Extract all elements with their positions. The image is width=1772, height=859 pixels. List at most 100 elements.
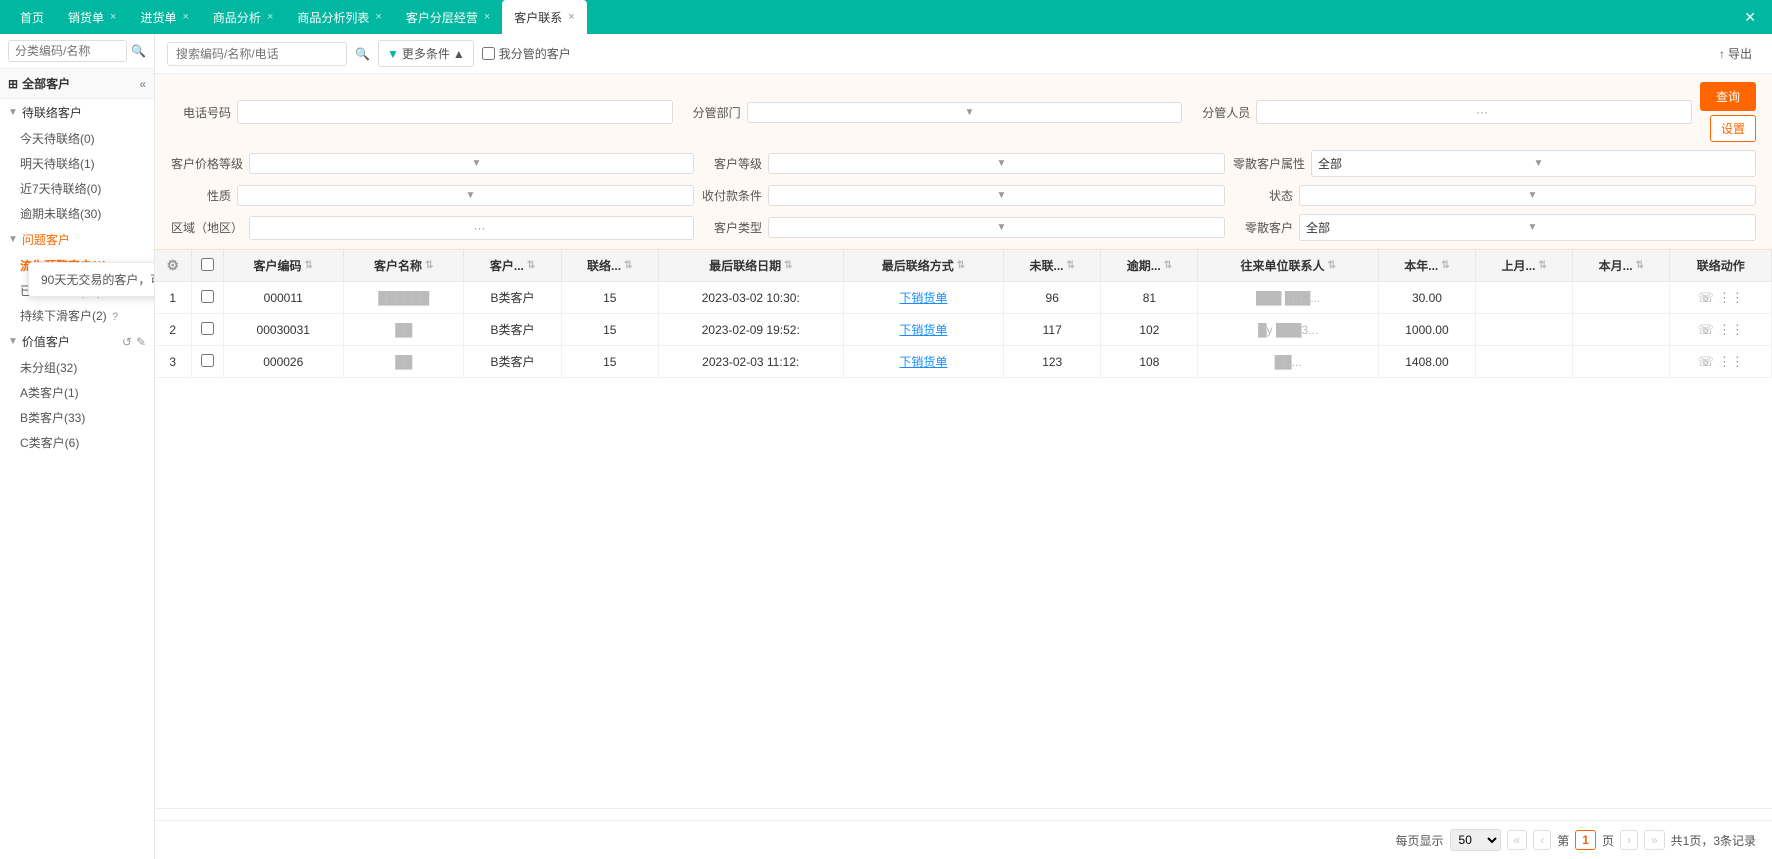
next-page-btn[interactable]: › [1620,830,1638,850]
action-col: 查询 设置 [1700,82,1756,142]
refresh-icon[interactable]: ↺ [122,335,132,349]
tab-customer-tier-close[interactable]: × [484,11,490,23]
action-phone-icon[interactable]: ☏ [1698,322,1714,338]
cell-code: 000011 [223,282,343,314]
sidebar-group-pending[interactable]: ▼ 待联络客户 [0,99,154,126]
cell-checkbox[interactable] [191,282,223,314]
th-code[interactable]: 客户编码 ⇅ [223,250,343,282]
row-checkbox[interactable] [201,322,214,335]
price-level-label: 客户价格等级 [171,155,243,172]
tab-customer-contact-close[interactable]: × [568,11,574,23]
manager-dots[interactable]: ··· [1476,105,1685,119]
th-last-date[interactable]: 最后联络日期 ⇅ [658,250,843,282]
sort-last-month-icon: ⇅ [1538,260,1546,271]
cell-actions: ☏ ⋮⋮ [1670,346,1772,378]
tab-purchase-close[interactable]: × [182,11,188,23]
action-phone-icon[interactable]: ☏ [1698,290,1714,306]
row-checkbox[interactable] [201,354,214,367]
th-last-month[interactable]: 上月... ⇅ [1476,250,1573,282]
sidebar-all-customers[interactable]: ⊞ 全部客户 « [0,69,154,99]
column-settings-icon[interactable]: ⚙ [166,257,179,273]
tab-purchase[interactable]: 进货单 × [128,0,200,34]
tab-analysis-close[interactable]: × [267,11,273,23]
th-overdue[interactable]: 逾期... ⇅ [1101,250,1198,282]
more-conditions-btn[interactable]: ▼ 更多条件 ▲ [378,40,474,67]
action-phone-icon[interactable]: ☏ [1698,354,1714,370]
my-customers-checkbox[interactable] [482,47,495,60]
first-page-btn[interactable]: « [1507,830,1528,850]
tab-analysis-list[interactable]: 商品分析列表 × [285,0,393,34]
th-last-method[interactable]: 最后联络方式 ⇅ [843,250,1003,282]
th-name[interactable]: 客户名称 ⇅ [343,250,463,282]
page-size-select[interactable]: 50 100 200 [1450,829,1501,851]
cell-last-method[interactable]: 下销货单 [843,314,1003,346]
th-type[interactable]: 客户... ⇅ [464,250,561,282]
edit-icon[interactable]: ✎ [136,335,146,349]
tab-customer-contact[interactable]: 客户联系 × [502,0,586,34]
th-this-month[interactable]: 本月... ⇅ [1573,250,1670,282]
th-this-year[interactable]: 本年... ⇅ [1378,250,1475,282]
prev-page-btn[interactable]: ‹ [1533,830,1551,850]
action-more-icon[interactable]: ⋮⋮ [1718,322,1744,338]
tab-sales[interactable]: 销货单 × [56,0,128,34]
dept-arrow: ▼ [964,107,1175,118]
sidebar-item-b-class[interactable]: B类客户(33) [0,405,154,430]
area-dots[interactable]: ··· [474,221,688,235]
sidebar-group-value[interactable]: ▼ 价值客户 ↺ ✎ [0,328,154,355]
row-checkbox[interactable] [201,290,214,303]
tab-analysis-list-close[interactable]: × [375,11,381,23]
tab-home[interactable]: 首页 [8,0,56,34]
sidebar-item-declining[interactable]: 持续下滑客户(2) ? [0,303,154,328]
window-close-button[interactable]: ✕ [1736,9,1764,26]
dept-select[interactable]: ▼ [747,102,1183,123]
th-this-year-label: 本年... [1404,257,1438,274]
nature-select[interactable]: ▼ [237,185,694,206]
status-select[interactable]: ▼ [1299,185,1756,206]
action-more-icon[interactable]: ⋮⋮ [1718,354,1744,370]
sidebar-search-input[interactable] [8,40,127,62]
th-contacts[interactable]: 往来单位联系人 ⇅ [1198,250,1378,282]
query-button[interactable]: 查询 [1700,82,1756,111]
action-more-icon[interactable]: ⋮⋮ [1718,290,1744,306]
sidebar-item-tomorrow[interactable]: 明天待联络(1) [0,151,154,176]
th-contact-count[interactable]: 联络... ⇅ [561,250,658,282]
sidebar-search-icon[interactable]: 🔍 [131,44,146,58]
horizontal-scrollbar[interactable] [155,808,1772,820]
sidebar-item-week[interactable]: 近7天待联络(0) [0,176,154,201]
retail-customer-select[interactable]: 全部 ▼ [1299,214,1756,241]
my-customers-checkbox-label[interactable]: 我分管的客户 [482,45,571,62]
sidebar-item-ungroup[interactable]: 未分组(32) [0,355,154,380]
cell-last-method[interactable]: 下销货单 [843,346,1003,378]
retail-attr-select[interactable]: 全部 ▼ [1311,150,1756,177]
th-no-contact[interactable]: 未联... ⇅ [1004,250,1101,282]
sidebar-collapse-icon[interactable]: « [139,77,146,91]
cell-checkbox[interactable] [191,314,223,346]
sidebar-item-today[interactable]: 今天待联络(0) [0,126,154,151]
tab-customer-tier[interactable]: 客户分层经营 × [394,0,502,34]
tab-analysis[interactable]: 商品分析 × [201,0,285,34]
cell-checkbox[interactable] [191,346,223,378]
payment-select[interactable]: ▼ [768,185,1225,206]
area-select[interactable]: ··· [249,216,694,240]
sidebar-group-problem[interactable]: ▼ 问题客户 [0,226,154,253]
sidebar-item-c-class[interactable]: C类客户(6) [0,430,154,455]
manager-select[interactable]: ··· [1256,100,1692,124]
price-level-select[interactable]: ▼ [249,153,694,174]
settings-button[interactable]: 设置 [1710,115,1756,142]
export-button[interactable]: ↑ 导出 [1711,41,1760,66]
tab-analysis-label: 商品分析 [213,9,261,26]
cell-last-method[interactable]: 下销货单 [843,282,1003,314]
filter-search-icon[interactable]: 🔍 [355,47,370,61]
filter-search-input[interactable] [167,42,347,66]
tab-sales-close[interactable]: × [110,11,116,23]
sidebar-item-overdue[interactable]: 逾期未联络(30) [0,201,154,226]
sidebar-item-a-class[interactable]: A类客户(1) [0,380,154,405]
customer-level-select[interactable]: ▼ [768,153,1225,174]
phone-input[interactable] [237,100,673,124]
customer-type-select[interactable]: ▼ [768,217,1225,238]
sidebar-group-value-label: 价值客户 [22,333,70,350]
th-contacts-label: 往来单位联系人 [1240,257,1324,274]
select-all-checkbox[interactable] [201,258,214,271]
sidebar-group-problem-label: 问题客户 [22,231,70,248]
last-page-btn[interactable]: » [1644,830,1665,850]
